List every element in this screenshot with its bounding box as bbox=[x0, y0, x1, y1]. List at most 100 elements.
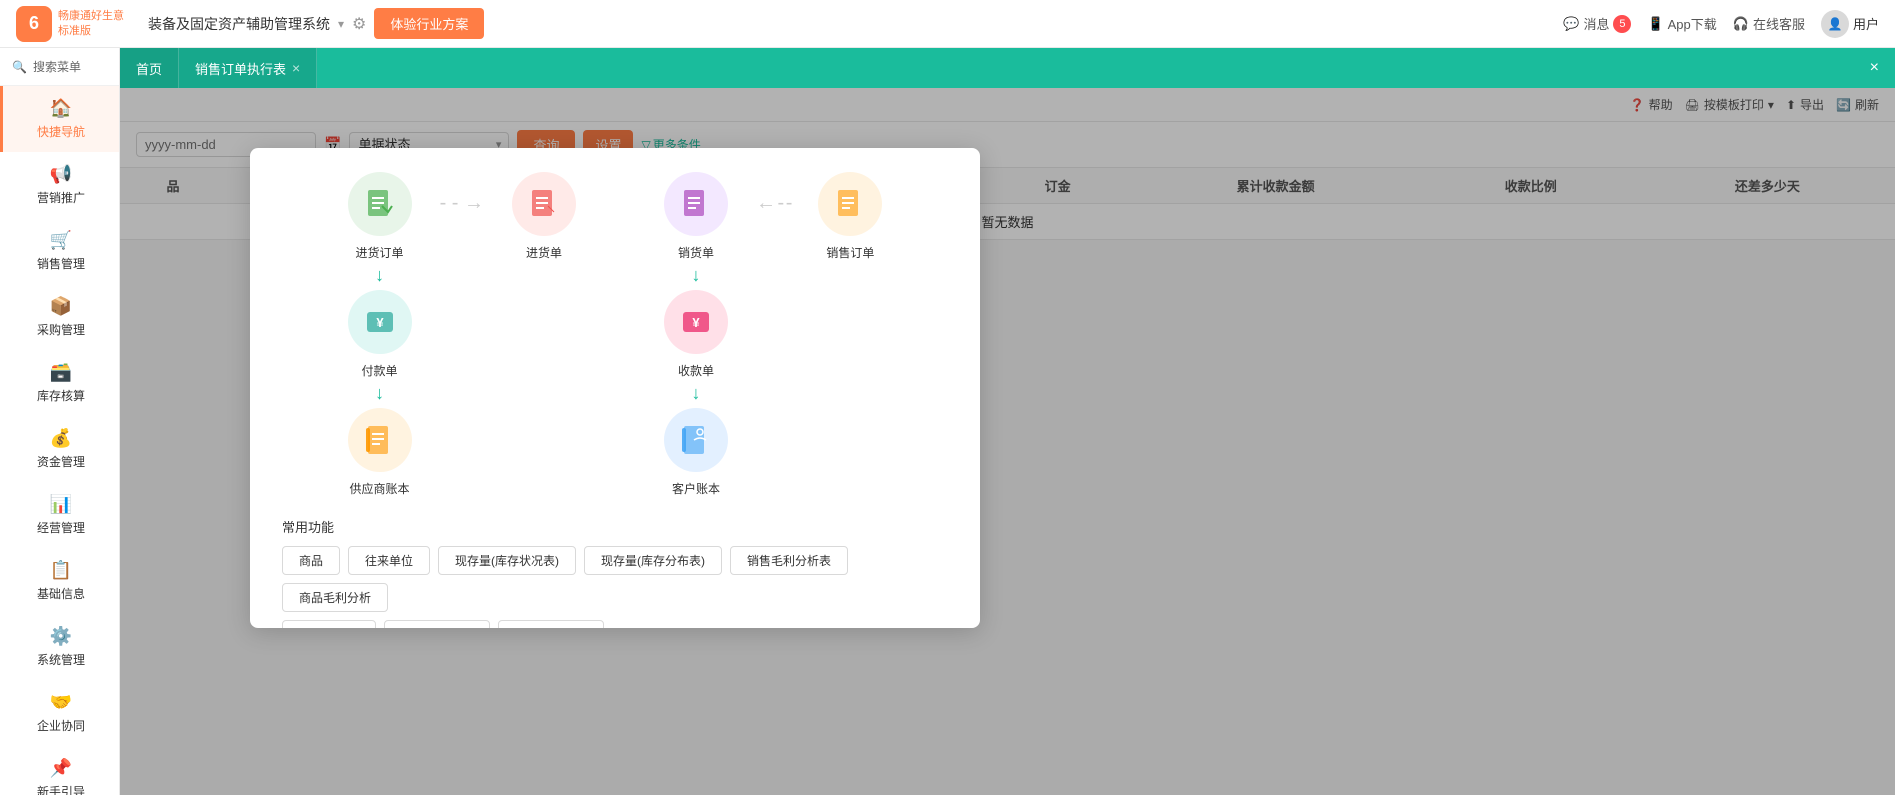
purchase-bill-circle bbox=[512, 172, 576, 236]
purchase-bill-icon bbox=[526, 186, 562, 222]
tab-close-icon[interactable]: × bbox=[292, 60, 300, 76]
main-layout: 🔍 搜索菜单 🏠 快捷导航 📢 营销推广 🛒 销售管理 📦 采购管理 🗃️ bbox=[0, 48, 1895, 795]
logo-text: 畅康通好生意 标准版 bbox=[58, 9, 124, 38]
tab-home-label: 首页 bbox=[136, 59, 162, 78]
operation-icon: 📊 bbox=[50, 494, 72, 515]
node-sales-bill[interactable]: 销货单 bbox=[664, 172, 728, 261]
sidebar-item-inventory[interactable]: 🗃️ 库存核算 bbox=[0, 350, 119, 416]
newbie-label: 新手引导 bbox=[37, 783, 85, 795]
h-arrow-2-wrap: ← - - bbox=[752, 172, 794, 215]
content-area: 首页 销售订单执行表 × × ❓ 帮助 🖨 bbox=[120, 48, 1895, 795]
func-btn-product-gross[interactable]: 商品毛利分析 bbox=[282, 583, 388, 612]
app-container: 6 畅康通好生意 标准版 装备及固定资产辅助管理系统 ▾ ⚙ 体验行业方案 💬 … bbox=[0, 0, 1895, 795]
payment-label: 付款单 bbox=[362, 362, 398, 379]
payment-icon: ¥ bbox=[362, 304, 398, 340]
h-arrow-1-wrap: - - → bbox=[436, 172, 488, 215]
sidebar-search[interactable]: 🔍 搜索菜单 bbox=[0, 48, 119, 86]
node-supplier-book[interactable]: 供应商账本 bbox=[348, 408, 412, 497]
top-right-area: 💬 消息 5 📱 App下载 🎧 在线客服 👤 用户 bbox=[1563, 10, 1879, 38]
app-download-button[interactable]: 📱 App下载 bbox=[1647, 14, 1716, 33]
sidebar-item-corp[interactable]: 🤝 企业协同 bbox=[0, 680, 119, 746]
purchase-order-label: 进货订单 bbox=[356, 244, 404, 261]
receipt-circle: ¥ bbox=[664, 290, 728, 354]
sidebar-item-quick-nav[interactable]: 🏠 快捷导航 bbox=[0, 86, 119, 152]
corp-icon: 🤝 bbox=[50, 692, 72, 713]
right-column: 销售订单 bbox=[794, 172, 906, 261]
marketing-icon: 📢 bbox=[50, 164, 72, 185]
func-btn-stock-dist[interactable]: 现存量(库存分布表) bbox=[584, 546, 722, 575]
inventory-icon: 🗃️ bbox=[50, 362, 72, 383]
sidebar-item-base-info[interactable]: 📋 基础信息 bbox=[0, 548, 119, 614]
func-btn-stock-status[interactable]: 现存量(库存状况表) bbox=[438, 546, 576, 575]
func-btn-sales-rank[interactable]: 销售排行榜 bbox=[282, 620, 376, 628]
online-service-button[interactable]: 🎧 在线客服 bbox=[1733, 14, 1805, 33]
tab-home[interactable]: 首页 bbox=[120, 48, 179, 88]
sidebar-item-system[interactable]: ⚙️ 系统管理 bbox=[0, 614, 119, 680]
system-title-area: 装备及固定资产辅助管理系统 ▾ ⚙ 体验行业方案 bbox=[148, 8, 1551, 39]
customer-book-icon bbox=[678, 422, 714, 458]
sales-label: 销售管理 bbox=[37, 255, 85, 272]
message-icon: 💬 bbox=[1563, 16, 1579, 32]
sidebar-item-finance[interactable]: 💰 资金管理 bbox=[0, 416, 119, 482]
node-payment[interactable]: ¥ 付款单 bbox=[348, 290, 412, 379]
sales-order-circle bbox=[818, 172, 882, 236]
arrow-down-4: ↓ bbox=[692, 383, 701, 404]
quick-nav-icon: 🏠 bbox=[50, 98, 72, 119]
sidebar-item-newbie[interactable]: 📌 新手引导 bbox=[0, 746, 119, 795]
user-area[interactable]: 👤 用户 bbox=[1821, 10, 1879, 38]
message-button[interactable]: 💬 消息 5 bbox=[1563, 14, 1631, 33]
top-bar: 6 畅康通好生意 标准版 装备及固定资产辅助管理系统 ▾ ⚙ 体验行业方案 💬 … bbox=[0, 0, 1895, 48]
func-btn-sales-gross[interactable]: 销售毛利分析表 bbox=[730, 546, 848, 575]
finance-icon: 💰 bbox=[50, 428, 72, 449]
logo-icon: 6 bbox=[16, 6, 52, 42]
inventory-label: 库存核算 bbox=[37, 387, 85, 404]
sales-icon: 🛒 bbox=[50, 230, 72, 251]
system-icon: ⚙️ bbox=[50, 626, 72, 647]
node-sales-order[interactable]: 销售订单 bbox=[818, 172, 882, 261]
sidebar-item-operation[interactable]: 📊 经营管理 bbox=[0, 482, 119, 548]
finance-label: 资金管理 bbox=[37, 453, 85, 470]
message-label: 消息 bbox=[1583, 14, 1609, 33]
operation-label: 经营管理 bbox=[37, 519, 85, 536]
func-btn-product[interactable]: 商品 bbox=[282, 546, 340, 575]
newbie-icon: 📌 bbox=[50, 758, 72, 779]
sidebar-item-purchase[interactable]: 📦 采购管理 bbox=[0, 284, 119, 350]
gear-icon[interactable]: ⚙ bbox=[352, 14, 366, 34]
sidebar-item-marketing[interactable]: 📢 营销推广 bbox=[0, 152, 119, 218]
tab-bar-close-icon[interactable]: × bbox=[1854, 59, 1895, 77]
customer-book-circle bbox=[664, 408, 728, 472]
system-label: 系统管理 bbox=[37, 651, 85, 668]
supplier-book-icon bbox=[362, 422, 398, 458]
node-purchase-order[interactable]: 进货订单 bbox=[348, 172, 412, 261]
user-name: 用户 bbox=[1853, 14, 1879, 33]
common-funcs-title: 常用功能 bbox=[282, 517, 948, 536]
search-label: 搜索菜单 bbox=[33, 58, 81, 75]
purchase-order-icon bbox=[362, 186, 398, 222]
receipt-icon: ¥ bbox=[678, 304, 714, 340]
sidebar-item-sales[interactable]: 🛒 销售管理 bbox=[0, 218, 119, 284]
sales-bill-icon bbox=[678, 186, 714, 222]
tab-sales-order[interactable]: 销售订单执行表 × bbox=[179, 48, 317, 88]
node-receipt[interactable]: ¥ 收款单 bbox=[664, 290, 728, 379]
trial-button[interactable]: 体验行业方案 bbox=[374, 8, 484, 39]
system-dropdown-icon[interactable]: ▾ bbox=[338, 17, 344, 31]
arrow-down-3: ↓ bbox=[692, 265, 701, 286]
mid-left-column: 进货单 bbox=[488, 172, 600, 261]
node-purchase-bill[interactable]: 进货单 bbox=[512, 172, 576, 261]
tab-bar: 首页 销售订单执行表 × × bbox=[120, 48, 1895, 88]
arrow-down-2: ↓ bbox=[375, 383, 384, 404]
purchase-order-circle bbox=[348, 172, 412, 236]
func-btn-payment-stats[interactable]: 付款情况统计 bbox=[498, 620, 604, 628]
flow-diagram: 进货订单 ↓ ¥ bbox=[282, 172, 948, 497]
func-btn-receipt-stats[interactable]: 收款情况统计 bbox=[384, 620, 490, 628]
download-icon: 📱 bbox=[1647, 16, 1663, 32]
node-customer-book[interactable]: 客户账本 bbox=[664, 408, 728, 497]
supplier-book-circle bbox=[348, 408, 412, 472]
func-btn-row1: 商品 往来单位 现存量(库存状况表) 现存量(库存分布表) 销售毛利分析表 商品… bbox=[282, 546, 948, 612]
sales-order-label: 销售订单 bbox=[826, 244, 874, 261]
func-btn-partner[interactable]: 往来单位 bbox=[348, 546, 430, 575]
purchase-bill-label: 进货单 bbox=[526, 244, 562, 261]
marketing-label: 营销推广 bbox=[37, 189, 85, 206]
system-title: 装备及固定资产辅助管理系统 bbox=[148, 14, 330, 34]
tab-sales-order-label: 销售订单执行表 bbox=[195, 59, 286, 78]
